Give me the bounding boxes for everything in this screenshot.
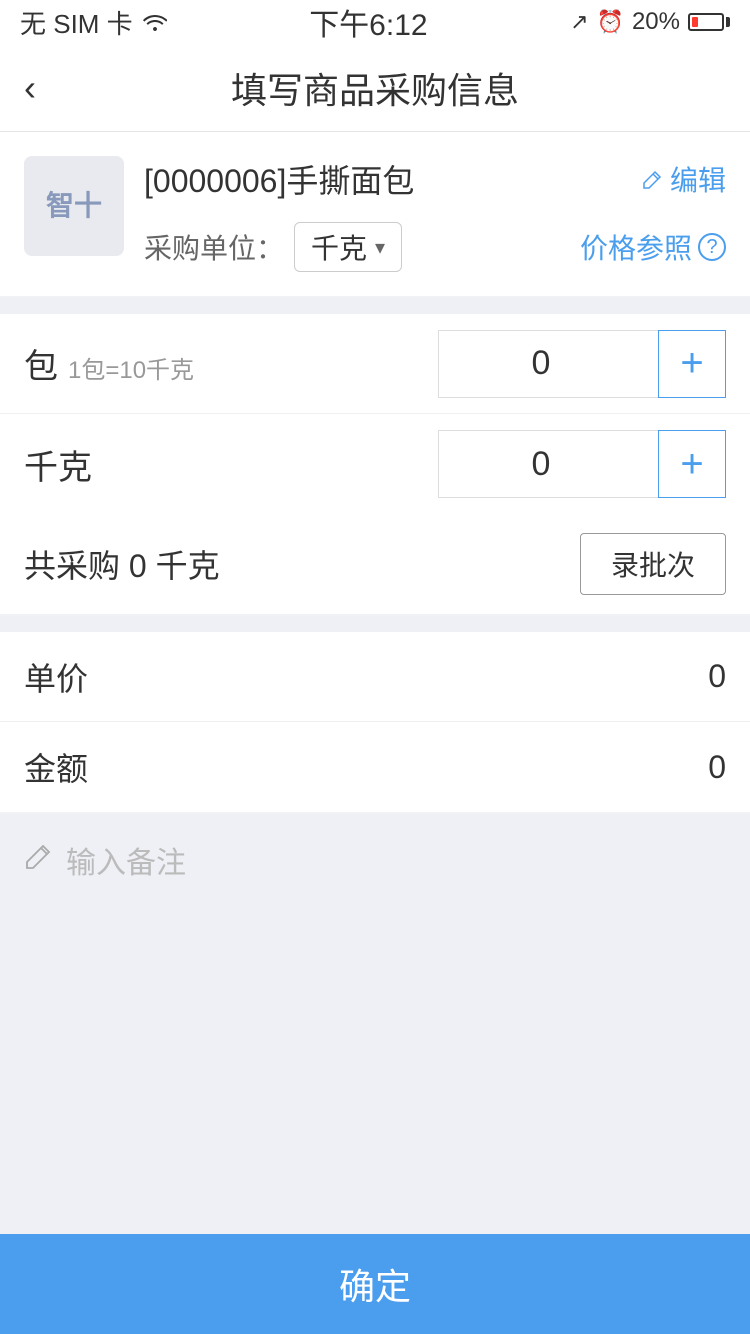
wifi-icon [143, 7, 167, 38]
content-spacer [0, 906, 750, 1286]
product-info: [0000006]手撕面包 编辑 采购单位： 千克 ▾ 价格参照 ? [144, 156, 726, 272]
product-name-row: [0000006]手撕面包 编辑 [144, 156, 726, 202]
batch-button[interactable]: 录批次 [580, 533, 726, 595]
product-card: 智十 [0000006]手撕面包 编辑 采购单位： 千克 ▾ 价格参照 [0, 132, 750, 296]
bag-label-text: 包 [24, 339, 58, 388]
amount-row: 金额 0 [0, 722, 750, 812]
kg-plus-button[interactable]: + [658, 430, 726, 498]
unit-label: 采购单位： [144, 227, 284, 267]
kg-label-text: 千克 [24, 440, 92, 489]
kg-input-right: + [438, 430, 726, 498]
edit-button[interactable]: 编辑 [642, 159, 726, 199]
pencil-icon [24, 843, 52, 878]
input-section: 包 1包=10千克 + 千克 + [0, 314, 750, 514]
status-time: 下午6:12 [309, 0, 427, 44]
kg-input-row: 千克 + [0, 414, 750, 514]
product-image: 智十 [24, 156, 124, 256]
amount-value: 0 [708, 749, 726, 786]
info-icon: ? [698, 233, 726, 261]
status-bar: 无 SIM 卡 下午6:12 ↗ ⏰ 20% [0, 0, 750, 44]
status-right: ↗ ⏰ 20% [570, 8, 730, 36]
unit-dropdown-icon: ▾ [375, 235, 385, 260]
unit-select[interactable]: 千克 ▾ [294, 222, 402, 272]
remark-section[interactable]: 输入备注 [0, 814, 750, 906]
bag-plus-button[interactable]: + [658, 330, 726, 398]
confirm-button-label: 确定 [339, 1258, 411, 1310]
remark-placeholder: 输入备注 [66, 838, 186, 882]
unit-value: 千克 [311, 227, 367, 267]
bag-quantity-input[interactable] [438, 330, 658, 398]
battery-icon [688, 13, 730, 31]
unit-row: 采购单位： 千克 ▾ 价格参照 ? [144, 222, 726, 272]
location-icon: ↗ [570, 9, 588, 35]
amount-label: 金额 [24, 744, 88, 790]
summary-section: 共采购 0 千克 录批次 [0, 514, 750, 614]
price-ref-label: 价格参照 [580, 227, 692, 267]
edit-label: 编辑 [670, 159, 726, 199]
product-name: [0000006]手撕面包 [144, 156, 414, 202]
alarm-icon: ⏰ [597, 9, 624, 35]
unit-price-value: 0 [708, 658, 726, 695]
price-info-section: 单价 0 金额 0 [0, 632, 750, 812]
price-ref-button[interactable]: 价格参照 ? [580, 227, 726, 267]
back-button[interactable]: ‹ [24, 67, 36, 109]
bag-label: 包 1包=10千克 [24, 339, 194, 388]
summary-text: 共采购 0 千克 [24, 541, 220, 587]
carrier-text: 无 SIM 卡 [20, 4, 133, 41]
confirm-button[interactable]: 确定 [0, 1234, 750, 1334]
nav-bar: ‹ 填写商品采购信息 [0, 44, 750, 132]
section-divider-2 [0, 616, 750, 632]
kg-quantity-input[interactable] [438, 430, 658, 498]
unit-price-label: 单价 [24, 654, 88, 700]
battery-percent: 20% [632, 8, 680, 36]
page-title: 填写商品采购信息 [231, 62, 519, 114]
bag-input-row: 包 1包=10千克 + [0, 314, 750, 414]
bag-sublabel: 1包=10千克 [68, 350, 194, 385]
product-image-placeholder: 智十 [46, 189, 102, 223]
bag-input-right: + [438, 330, 726, 398]
kg-label: 千克 [24, 440, 92, 489]
unit-price-row: 单价 0 [0, 632, 750, 722]
status-left: 无 SIM 卡 [20, 4, 167, 41]
section-divider-1 [0, 298, 750, 314]
